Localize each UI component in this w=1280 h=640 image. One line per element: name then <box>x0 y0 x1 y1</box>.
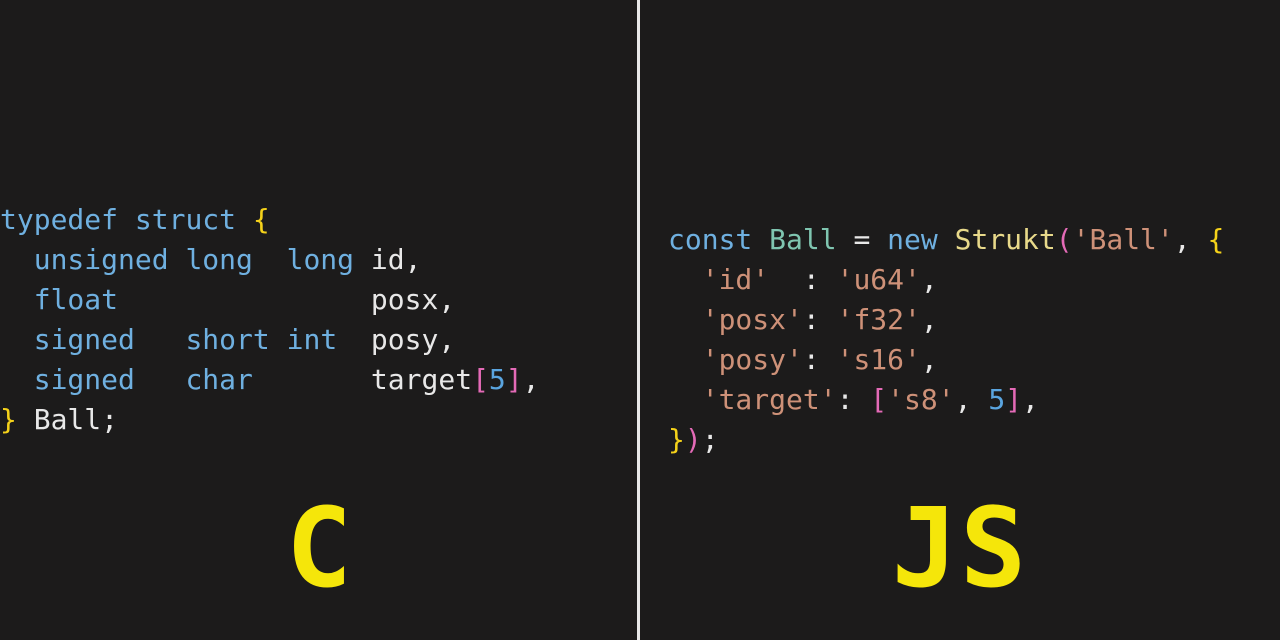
type-short: short <box>185 323 269 356</box>
left-pane: typedef struct { unsigned long long id, … <box>0 0 640 640</box>
struct-name: Ball <box>34 403 101 436</box>
field-target: target <box>371 363 472 396</box>
brace-close: } <box>0 403 17 436</box>
type-signed: signed <box>34 323 135 356</box>
bracket-open: [ <box>472 363 489 396</box>
key-id: 'id' <box>702 263 769 296</box>
brace-open: { <box>1208 223 1225 256</box>
key-posy: 'posy' <box>702 343 803 376</box>
colon: : <box>803 263 820 296</box>
brace-open: { <box>253 203 270 236</box>
type-float: float <box>34 283 118 316</box>
field-posy: posy <box>371 323 438 356</box>
arg-ball: 'Ball' <box>1073 223 1174 256</box>
right-pane: const Ball = new Strukt('Ball', { 'id' :… <box>640 0 1280 640</box>
js-code-block: const Ball = new Strukt('Ball', { 'id' :… <box>668 220 1224 460</box>
right-lang-label: JS <box>640 484 1280 612</box>
field-id: id <box>371 243 405 276</box>
paren-open: ( <box>1056 223 1073 256</box>
type-long: long <box>185 243 252 276</box>
split-view: typedef struct { unsigned long long id, … <box>0 0 1280 640</box>
comma: , <box>438 283 455 316</box>
comma: , <box>921 303 938 336</box>
paren-close: ) <box>685 423 702 456</box>
left-lang-label: C <box>0 484 640 612</box>
comma: , <box>405 243 422 276</box>
keyword-struct: struct <box>135 203 236 236</box>
semicolon: ; <box>702 423 719 456</box>
type-signed: signed <box>34 363 135 396</box>
comma: , <box>1022 383 1039 416</box>
keyword-new: new <box>887 223 938 256</box>
type-unsigned: unsigned <box>34 243 169 276</box>
colon: : <box>803 303 820 336</box>
class-strukt: Strukt <box>955 223 1056 256</box>
comma: , <box>921 343 938 376</box>
val-u64: 'u64' <box>837 263 921 296</box>
bracket-close: ] <box>506 363 523 396</box>
number-5: 5 <box>489 363 506 396</box>
equals: = <box>853 223 870 256</box>
comma: , <box>921 263 938 296</box>
space <box>769 263 786 296</box>
colon: : <box>803 343 820 376</box>
semicolon: ; <box>101 403 118 436</box>
comma: , <box>955 383 972 416</box>
type-int: int <box>287 323 338 356</box>
c-code-block: typedef struct { unsigned long long id, … <box>0 200 540 440</box>
comma: , <box>1174 223 1191 256</box>
var-ball: Ball <box>769 223 836 256</box>
colon: : <box>837 383 854 416</box>
bracket-close: ] <box>1005 383 1022 416</box>
type-long: long <box>287 243 354 276</box>
brace-close: } <box>668 423 685 456</box>
val-f32: 'f32' <box>837 303 921 336</box>
comma: , <box>523 363 540 396</box>
comma: , <box>438 323 455 356</box>
type-char: char <box>185 363 252 396</box>
val-s16: 's16' <box>837 343 921 376</box>
keyword-typedef: typedef <box>0 203 118 236</box>
field-posx: posx <box>371 283 438 316</box>
val-s8: 's8' <box>887 383 954 416</box>
keyword-const: const <box>668 223 752 256</box>
key-posx: 'posx' <box>702 303 803 336</box>
key-target: 'target' <box>702 383 837 416</box>
bracket-open: [ <box>870 383 887 416</box>
number-5: 5 <box>988 383 1005 416</box>
